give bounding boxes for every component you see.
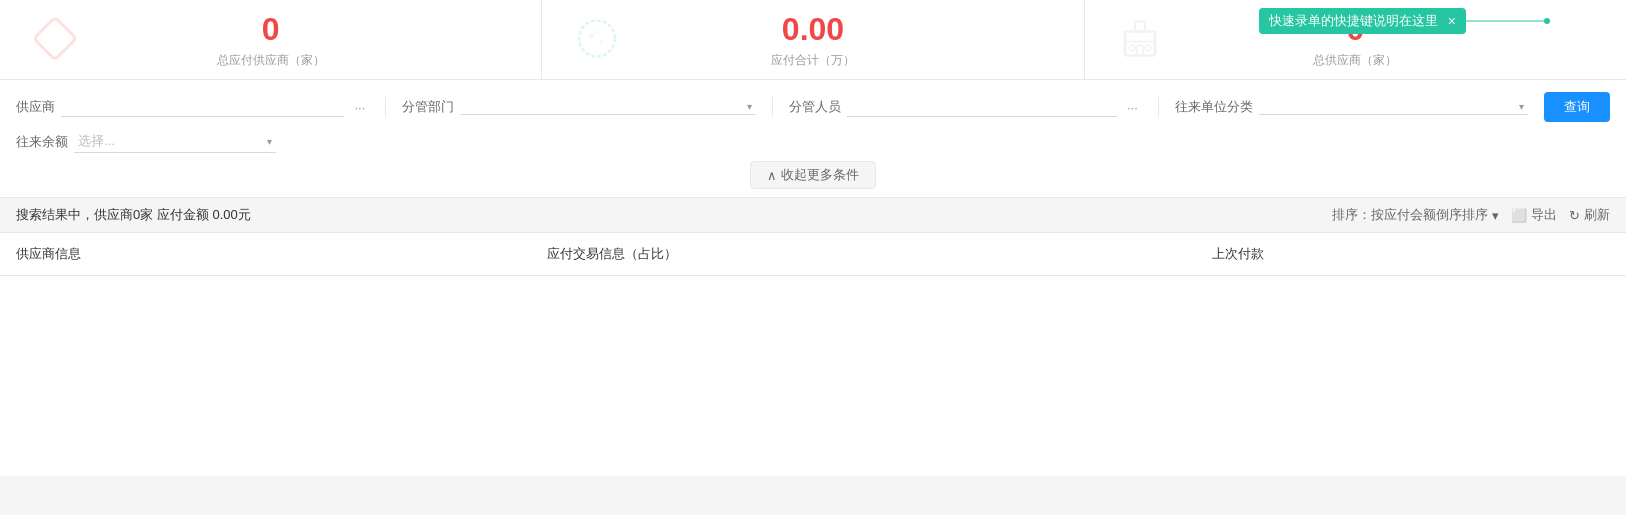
category-select[interactable]: ▾ bbox=[1259, 99, 1528, 115]
stat-label-total-suppliers: 总供应商（家） bbox=[1313, 52, 1397, 69]
svg-rect-9 bbox=[1145, 45, 1150, 50]
svg-point-3 bbox=[599, 39, 603, 43]
stat-payable-total: 0.00 应付合计（万） bbox=[542, 0, 1084, 79]
export-label: 导出 bbox=[1531, 206, 1557, 224]
refresh-label: 刷新 bbox=[1584, 206, 1610, 224]
stat-total-suppliers: 快速录单的快捷键说明在这里 × 0 总供应商（家） bbox=[1085, 0, 1626, 79]
filter-category: 往来单位分类 ▾ bbox=[1175, 98, 1528, 116]
category-chevron-icon: ▾ bbox=[1519, 101, 1524, 112]
table-header: 供应商信息 应付交易信息（占比） 上次付款 bbox=[0, 233, 1626, 276]
balance-label: 往来余额 bbox=[16, 133, 68, 151]
svg-rect-10 bbox=[1137, 45, 1143, 55]
department-label: 分管部门 bbox=[402, 98, 454, 116]
collapse-row: ∧ 收起更多条件 bbox=[16, 161, 1610, 197]
table-body bbox=[0, 276, 1626, 476]
diamond-icon bbox=[30, 13, 80, 66]
col-supplier-info: 供应商信息 bbox=[16, 245, 547, 263]
tooltip-text: 快速录单的快捷键说明在这里 bbox=[1269, 12, 1438, 30]
result-bar: 搜索结果中，供应商0家 应付金额 0.00元 排序：按应付会额倒序排序 ▾ ⬜ … bbox=[0, 198, 1626, 233]
divider-1 bbox=[385, 97, 386, 117]
tooltip-bar: 快速录单的快捷键说明在这里 × bbox=[1259, 8, 1466, 34]
svg-rect-8 bbox=[1130, 45, 1135, 50]
export-btn[interactable]: ⬜ 导出 bbox=[1511, 206, 1557, 224]
divider-3 bbox=[1158, 97, 1159, 117]
stat-number-payable-total: 0.00 bbox=[782, 10, 844, 48]
supplier-dots-btn[interactable]: ··· bbox=[350, 100, 369, 115]
stat-label-payable-suppliers: 总应付供应商（家） bbox=[217, 52, 325, 69]
building-icon bbox=[1115, 13, 1165, 66]
refresh-icon: ↻ bbox=[1569, 208, 1580, 223]
col-last-payment: 上次付款 bbox=[1212, 245, 1611, 263]
collapse-icon: ∧ bbox=[767, 168, 777, 183]
stat-label-payable-total: 应付合计（万） bbox=[771, 52, 855, 69]
filter-row-2: 往来余额 选择... ▾ bbox=[16, 130, 1610, 161]
svg-point-4 bbox=[596, 30, 599, 33]
balance-select[interactable]: 选择... ▾ bbox=[74, 130, 276, 153]
svg-point-2 bbox=[590, 33, 595, 38]
cookie-icon bbox=[572, 13, 622, 66]
filter-supplier: 供应商 ··· bbox=[16, 97, 369, 117]
divider-2 bbox=[772, 97, 773, 117]
sort-label: 排序：按应付会额倒序排序 bbox=[1332, 206, 1488, 224]
svg-rect-6 bbox=[1135, 21, 1145, 31]
person-dots-btn[interactable]: ··· bbox=[1123, 100, 1142, 115]
tooltip-close-btn[interactable]: × bbox=[1448, 13, 1456, 29]
svg-point-1 bbox=[579, 20, 615, 56]
collapse-label: 收起更多条件 bbox=[781, 166, 859, 184]
query-btn-wrap: 查询 bbox=[1544, 92, 1610, 122]
supplier-input-wrap bbox=[61, 97, 344, 117]
col-transaction-info: 应付交易信息（占比） bbox=[547, 245, 1211, 263]
department-chevron-icon: ▾ bbox=[747, 101, 752, 112]
tooltip-dot bbox=[1542, 16, 1552, 26]
balance-chevron-icon: ▾ bbox=[267, 136, 272, 147]
person-input[interactable] bbox=[847, 97, 1117, 116]
stat-number-payable-suppliers: 0 bbox=[262, 10, 280, 48]
stat-total-payable-suppliers: 0 总应付供应商（家） bbox=[0, 0, 542, 79]
filter-department: 分管部门 ▾ bbox=[402, 98, 755, 116]
supplier-label: 供应商 bbox=[16, 98, 55, 116]
result-text: 搜索结果中，供应商0家 应付金额 0.00元 bbox=[16, 206, 251, 224]
refresh-btn[interactable]: ↻ 刷新 bbox=[1569, 206, 1610, 224]
query-button[interactable]: 查询 bbox=[1544, 92, 1610, 122]
filter-balance: 往来余额 选择... ▾ bbox=[16, 130, 276, 153]
stats-bar: 0 总应付供应商（家） 0.00 应付合计（万） 快速录单的快捷键说明在这里 × bbox=[0, 0, 1626, 80]
filter-row-1: 供应商 ··· 分管部门 ▾ 分管人员 ··· 往来单 bbox=[16, 92, 1610, 122]
export-icon: ⬜ bbox=[1511, 208, 1527, 223]
category-label: 往来单位分类 bbox=[1175, 98, 1253, 116]
collapse-btn[interactable]: ∧ 收起更多条件 bbox=[750, 161, 876, 189]
svg-rect-0 bbox=[34, 17, 76, 59]
filter-bar: 供应商 ··· 分管部门 ▾ 分管人员 ··· 往来单 bbox=[0, 80, 1626, 198]
person-input-wrap bbox=[847, 97, 1117, 117]
svg-rect-5 bbox=[1125, 31, 1155, 55]
person-label: 分管人员 bbox=[789, 98, 841, 116]
sort-select[interactable]: 排序：按应付会额倒序排序 ▾ bbox=[1332, 206, 1499, 224]
supplier-input[interactable] bbox=[61, 97, 344, 116]
sort-chevron-icon: ▾ bbox=[1492, 208, 1499, 223]
department-select[interactable]: ▾ bbox=[460, 99, 755, 115]
balance-select-text: 选择... bbox=[78, 132, 263, 150]
result-actions: 排序：按应付会额倒序排序 ▾ ⬜ 导出 ↻ 刷新 bbox=[1332, 206, 1610, 224]
filter-person: 分管人员 ··· bbox=[789, 97, 1142, 117]
